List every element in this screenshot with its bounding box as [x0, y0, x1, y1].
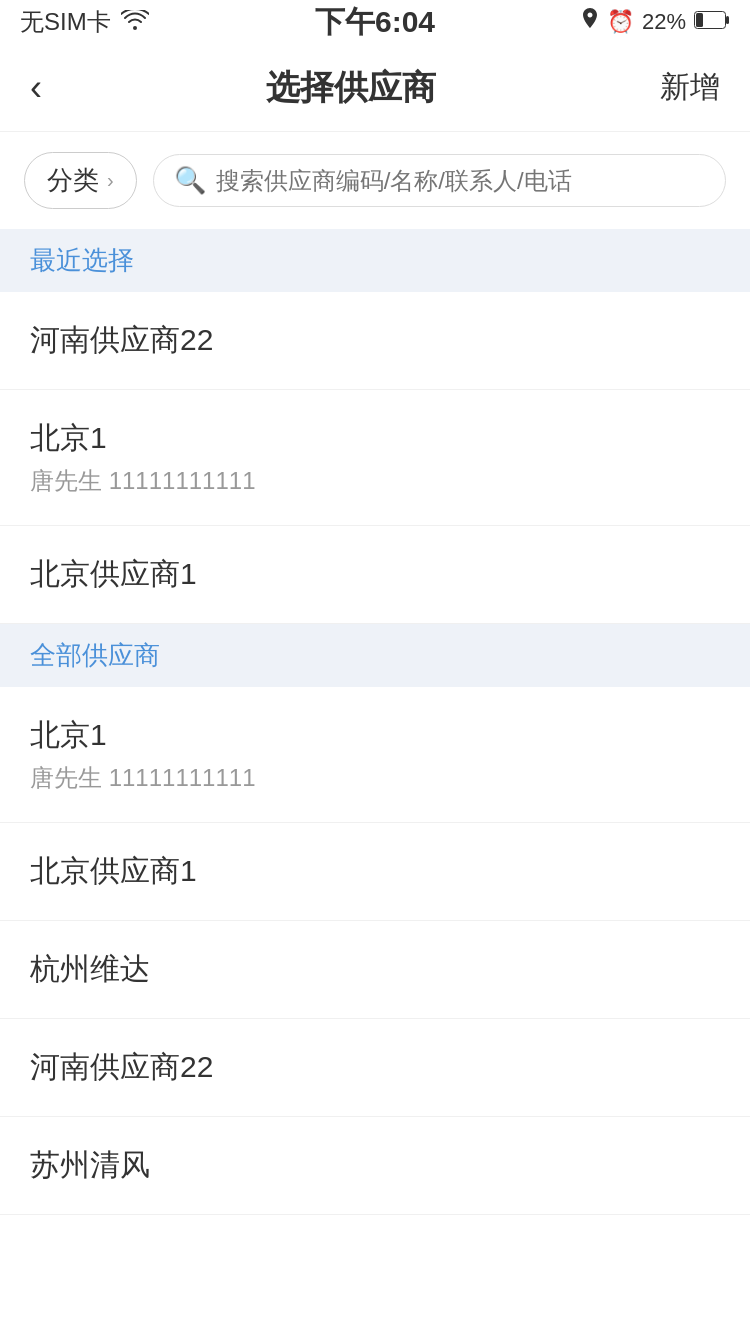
all-items-list: 北京1 唐先生 11111111111 北京供应商1 杭州维达河南供应商22 苏州清风 [0, 687, 750, 1215]
item-name: 杭州维达 [30, 949, 720, 990]
recent-list-item[interactable]: 北京1 唐先生 11111111111 [0, 390, 750, 526]
location-icon [581, 8, 599, 36]
item-name: 河南供应商22 [30, 1047, 720, 1088]
item-sub: 唐先生 11111111111 [30, 762, 720, 794]
recent-list-item[interactable]: 河南供应商22 [0, 292, 750, 390]
category-button[interactable]: 分类 › [24, 152, 137, 209]
filter-bar: 分类 › 🔍 [0, 132, 750, 229]
search-input[interactable] [216, 167, 705, 195]
status-bar: 无SIM卡 下午6:04 ⏰ 22% [0, 0, 750, 44]
recent-list-item[interactable]: 北京供应商1 [0, 526, 750, 624]
battery-label: 22% [642, 9, 686, 35]
all-list-item[interactable]: 苏州清风 [0, 1117, 750, 1215]
svg-rect-1 [696, 13, 703, 27]
alarm-icon: ⏰ [607, 9, 634, 35]
all-list-item[interactable]: 北京供应商1 [0, 823, 750, 921]
recent-items-list: 河南供应商22 北京1 唐先生 11111111111 北京供应商1 [0, 292, 750, 624]
status-right: ⏰ 22% [581, 8, 730, 36]
nav-bar: ‹ 选择供应商 新增 [0, 44, 750, 132]
battery-icon [694, 9, 730, 35]
category-label: 分类 [47, 163, 99, 198]
wifi-icon [121, 8, 149, 36]
add-button[interactable]: 新增 [660, 67, 720, 108]
page-title: 选择供应商 [266, 65, 436, 111]
item-name: 北京1 [30, 715, 720, 756]
recent-section-header: 最近选择 [0, 229, 750, 292]
status-left: 无SIM卡 [20, 6, 149, 38]
item-name: 苏州清风 [30, 1145, 720, 1186]
item-name: 北京供应商1 [30, 554, 720, 595]
all-section-header: 全部供应商 [0, 624, 750, 687]
all-list-item[interactable]: 北京1 唐先生 11111111111 [0, 687, 750, 823]
search-box[interactable]: 🔍 [153, 154, 726, 207]
status-time: 下午6:04 [315, 2, 435, 43]
item-name: 北京1 [30, 418, 720, 459]
carrier-label: 无SIM卡 [20, 6, 111, 38]
chevron-right-icon: › [107, 169, 114, 192]
all-list-item[interactable]: 杭州维达 [0, 921, 750, 1019]
search-icon: 🔍 [174, 165, 206, 196]
item-name: 河南供应商22 [30, 320, 720, 361]
svg-rect-2 [726, 16, 729, 24]
item-sub: 唐先生 11111111111 [30, 465, 720, 497]
back-button[interactable]: ‹ [30, 67, 42, 109]
item-name: 北京供应商1 [30, 851, 720, 892]
all-list-item[interactable]: 河南供应商22 [0, 1019, 750, 1117]
